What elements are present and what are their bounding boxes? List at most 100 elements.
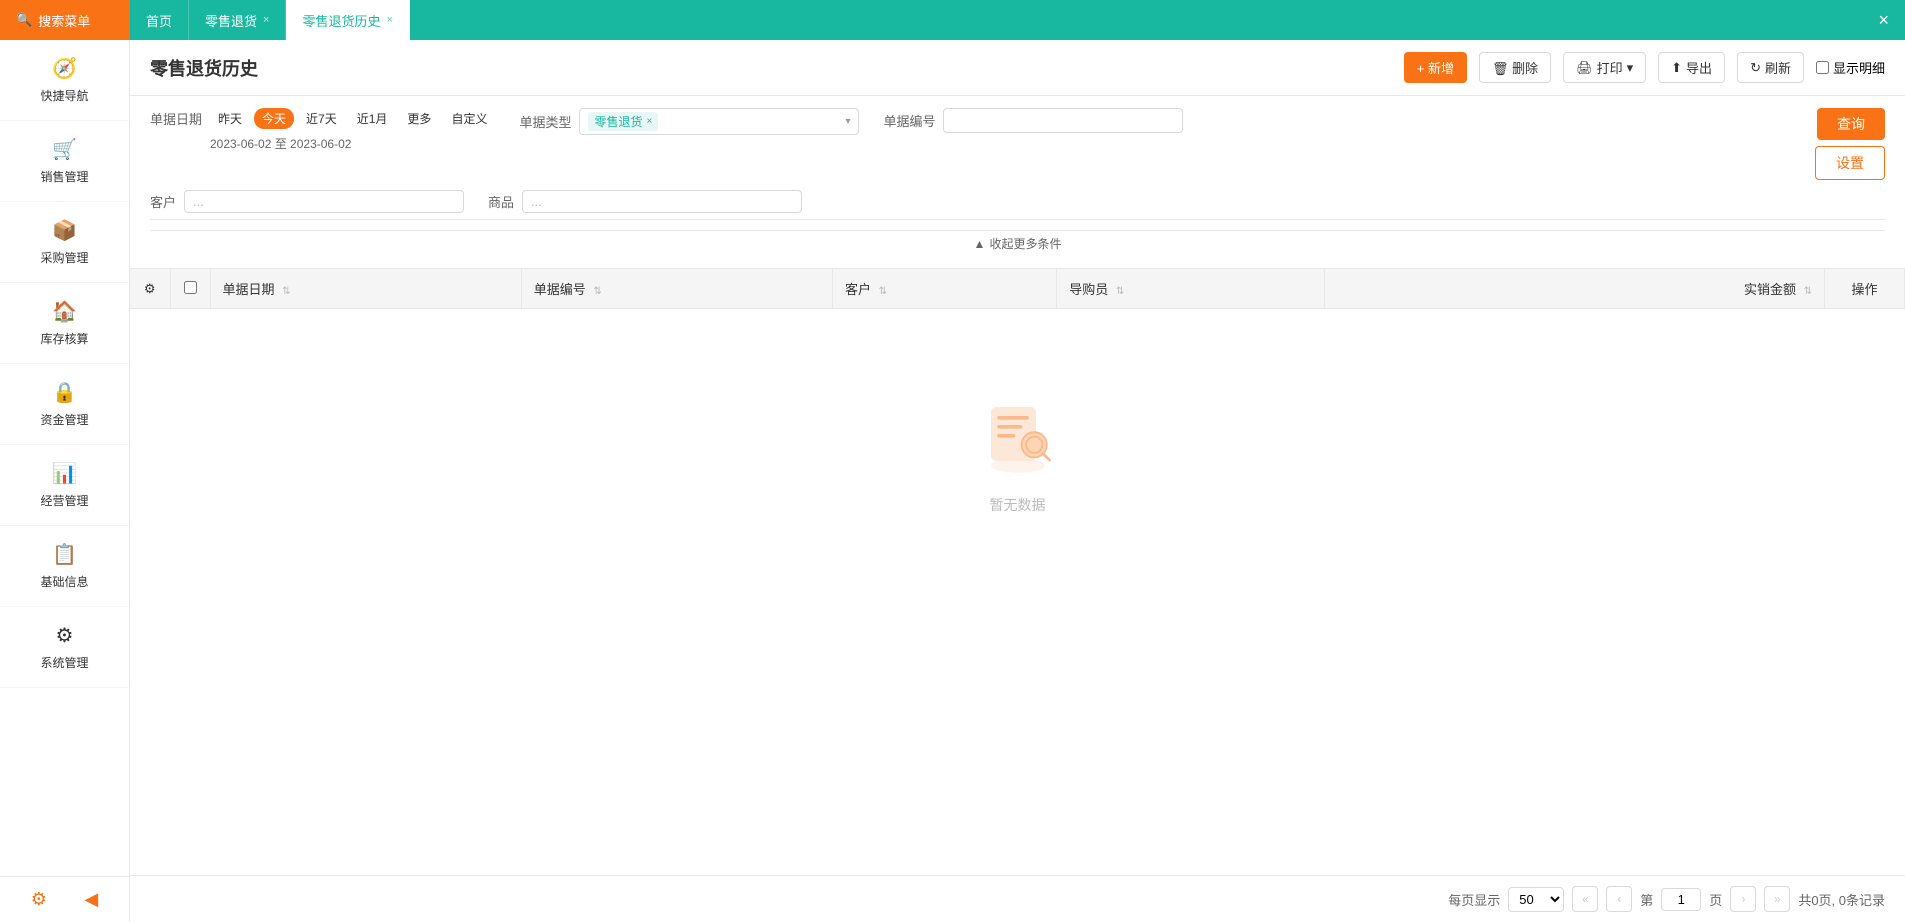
col-doc-no-label: 单据编号 bbox=[534, 282, 586, 297]
operations-icon: 📊 bbox=[52, 461, 77, 486]
doc-type-tag-close[interactable]: × bbox=[646, 116, 652, 127]
col-checkbox[interactable] bbox=[170, 269, 210, 309]
empty-state-text: 暂无数据 bbox=[990, 495, 1046, 515]
tab-retail-return-history[interactable]: 零售退货历史 × bbox=[286, 0, 409, 40]
print-btn[interactable]: 🖨 打印 ▾ bbox=[1563, 52, 1646, 83]
table-area: ⚙ 单据日期 ⇅ 单据编号 ⇅ bbox=[130, 269, 1905, 875]
sales-icon: 🛒 bbox=[52, 137, 77, 162]
tab-home[interactable]: 首页 bbox=[130, 0, 189, 40]
refresh-label: 刷新 bbox=[1765, 58, 1791, 77]
col-guide-sort-icon: ⇅ bbox=[1116, 286, 1124, 297]
sidebar-item-sales[interactable]: 🛒 销售管理 bbox=[0, 121, 129, 202]
doc-no-input[interactable] bbox=[943, 108, 1183, 133]
sidebar-item-system[interactable]: ⚙ 系统管理 bbox=[0, 607, 129, 688]
print-label: 打印 bbox=[1597, 58, 1623, 77]
sidebar-item-inventory[interactable]: 🏠 库存核算 bbox=[0, 283, 129, 364]
customer-placeholder: ... bbox=[193, 194, 204, 209]
system-icon: ⚙ bbox=[56, 623, 74, 648]
pagination-next-btn[interactable]: › bbox=[1730, 886, 1756, 912]
sidebar-bottom: ⚙ ◀ bbox=[0, 876, 129, 922]
col-settings-icon: ⚙ bbox=[144, 281, 156, 296]
date-opt-yesterday[interactable]: 昨天 bbox=[210, 108, 250, 129]
col-doc-no[interactable]: 单据编号 ⇅ bbox=[521, 269, 832, 309]
delete-btn[interactable]: 🗑 删除 bbox=[1479, 52, 1551, 83]
col-amount[interactable]: 实销金额 ⇅ bbox=[1325, 269, 1825, 309]
quick-nav-icon: 🧭 bbox=[52, 56, 77, 81]
sidebar-item-quick-nav[interactable]: 🧭 快捷导航 bbox=[0, 40, 129, 121]
collapse-arrow-icon: ▲ bbox=[974, 237, 986, 251]
date-filter-group: 单据日期 昨天 今天 近7天 近1月 更多 自定义 2023-06-02 至 2… bbox=[150, 108, 495, 152]
collapse-btn[interactable]: ▲ 收起更多条件 bbox=[150, 230, 1885, 256]
date-options: 昨天 今天 近7天 近1月 更多 自定义 bbox=[210, 108, 495, 129]
goods-input[interactable]: ... bbox=[522, 190, 802, 213]
sidebar-item-operations[interactable]: 📊 经营管理 bbox=[0, 445, 129, 526]
per-page-label: 每页显示 bbox=[1448, 890, 1500, 909]
print-chevron-icon: ▾ bbox=[1627, 60, 1634, 76]
total-info: 共0页, 0条记录 bbox=[1798, 890, 1885, 909]
finance-icon: 🔒 bbox=[52, 380, 77, 405]
sidebar-settings-btn[interactable]: ⚙ bbox=[31, 889, 47, 910]
sidebar-item-basic-info-label: 基础信息 bbox=[40, 573, 88, 590]
sidebar-item-purchase-label: 采购管理 bbox=[40, 249, 88, 266]
query-btn[interactable]: 查询 bbox=[1817, 108, 1885, 140]
pagination: 每页显示 50 10 20 100 « ‹ 第 页 › » 共0页, 0条记录 bbox=[130, 875, 1905, 922]
sidebar-item-operations-label: 经营管理 bbox=[40, 492, 88, 509]
date-opt-7days[interactable]: 近7天 bbox=[298, 108, 345, 129]
sidebar: 🧭 快捷导航 🛒 销售管理 📦 采购管理 🏠 库存核算 🔒 资金管理 📊 经营管… bbox=[0, 40, 130, 922]
doc-no-label: 单据编号 bbox=[883, 111, 935, 130]
date-opt-custom[interactable]: 自定义 bbox=[443, 108, 495, 129]
date-opt-today[interactable]: 今天 bbox=[254, 108, 294, 129]
tab-retail-return-close[interactable]: × bbox=[263, 14, 269, 26]
doc-type-tag-value: 零售退货 bbox=[594, 113, 642, 130]
doc-type-chevron-icon: ▾ bbox=[845, 116, 850, 127]
pagination-prev-btn[interactable]: ‹ bbox=[1606, 886, 1632, 912]
date-opt-more[interactable]: 更多 bbox=[399, 108, 439, 129]
window-close-btn[interactable]: × bbox=[1862, 10, 1905, 31]
col-guide-label: 导购员 bbox=[1069, 282, 1108, 297]
col-customer[interactable]: 客户 ⇅ bbox=[832, 269, 1056, 309]
col-settings[interactable]: ⚙ bbox=[130, 269, 170, 309]
main-layout: 🧭 快捷导航 🛒 销售管理 📦 采购管理 🏠 库存核算 🔒 资金管理 📊 经营管… bbox=[0, 40, 1905, 922]
display-toggle[interactable]: 显示明细 bbox=[1816, 58, 1885, 77]
pagination-first-btn[interactable]: « bbox=[1572, 886, 1598, 912]
select-all-checkbox[interactable] bbox=[184, 281, 197, 294]
tab-retail-return[interactable]: 零售退货 × bbox=[189, 0, 286, 40]
col-guide[interactable]: 导购员 ⇅ bbox=[1057, 269, 1325, 309]
pagination-last-btn[interactable]: » bbox=[1764, 886, 1790, 912]
refresh-icon: ↻ bbox=[1750, 60, 1761, 76]
page-input[interactable] bbox=[1661, 888, 1701, 911]
customer-input[interactable]: ... bbox=[184, 190, 464, 213]
col-doc-date[interactable]: 单据日期 ⇅ bbox=[210, 269, 521, 309]
sidebar-item-finance[interactable]: 🔒 资金管理 bbox=[0, 364, 129, 445]
sidebar-item-basic-info[interactable]: 📋 基础信息 bbox=[0, 526, 129, 607]
export-btn[interactable]: ⬆ 导出 bbox=[1658, 52, 1725, 83]
new-btn[interactable]: + 新增 bbox=[1404, 52, 1467, 83]
per-page-select[interactable]: 50 10 20 100 bbox=[1508, 887, 1564, 912]
sidebar-item-quick-nav-label: 快捷导航 bbox=[40, 87, 88, 104]
display-toggle-label: 显示明细 bbox=[1833, 58, 1885, 77]
basic-info-icon: 📋 bbox=[52, 542, 77, 567]
sidebar-item-inventory-label: 库存核算 bbox=[40, 330, 88, 347]
tab-home-label: 首页 bbox=[146, 11, 172, 30]
goods-label: 商品 bbox=[488, 192, 514, 211]
doc-type-input[interactable]: 零售退货 × ▾ bbox=[579, 108, 859, 135]
page-header: 零售退货历史 + 新增 🗑 删除 🖨 打印 ▾ ⬆ 导出 ↻ 刷新 bbox=[130, 40, 1905, 96]
export-label: 导出 bbox=[1686, 58, 1712, 77]
col-customer-sort-icon: ⇅ bbox=[879, 286, 887, 297]
date-opt-1month[interactable]: 近1月 bbox=[349, 108, 396, 129]
sidebar-menu-btn[interactable]: ◀ bbox=[84, 889, 98, 910]
date-range-display: 2023-06-02 至 2023-06-02 bbox=[210, 135, 351, 152]
col-doc-no-sort-icon: ⇅ bbox=[593, 286, 601, 297]
search-menu-btn[interactable]: 🔍 搜索菜单 bbox=[0, 0, 130, 40]
collapse-label: 收起更多条件 bbox=[989, 235, 1061, 252]
refresh-btn[interactable]: ↻ 刷新 bbox=[1737, 52, 1804, 83]
search-icon: 🔍 bbox=[16, 12, 32, 28]
filter-settings-btn[interactable]: 设置 bbox=[1815, 146, 1885, 180]
sidebar-item-purchase[interactable]: 📦 采购管理 bbox=[0, 202, 129, 283]
sidebar-item-finance-label: 资金管理 bbox=[40, 411, 88, 428]
goods-placeholder: ... bbox=[531, 194, 542, 209]
sidebar-item-system-label: 系统管理 bbox=[40, 654, 88, 671]
tab-retail-return-history-close[interactable]: × bbox=[386, 14, 392, 26]
display-toggle-checkbox[interactable] bbox=[1816, 61, 1829, 74]
doc-type-filter-group: 单据类型 零售退货 × ▾ bbox=[519, 108, 859, 135]
